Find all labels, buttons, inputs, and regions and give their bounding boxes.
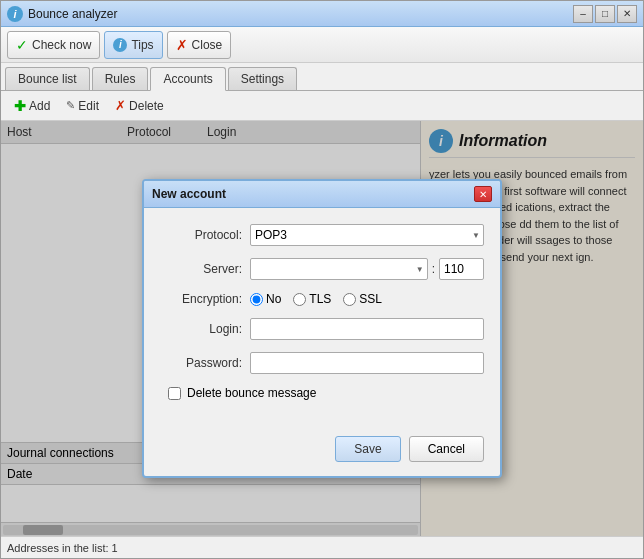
dialog-title: New account bbox=[152, 187, 226, 201]
add-label: Add bbox=[29, 99, 50, 113]
encryption-row: Encryption: No TLS bbox=[160, 292, 484, 306]
port-input[interactable] bbox=[439, 258, 484, 280]
sub-toolbar: ✚ Add ✎ Edit ✗ Delete bbox=[1, 91, 643, 121]
check-now-label: Check now bbox=[32, 38, 91, 52]
login-label: Login: bbox=[160, 322, 250, 336]
server-input-row: ▼ : bbox=[250, 258, 484, 280]
cancel-button[interactable]: Cancel bbox=[409, 436, 484, 462]
tips-button[interactable]: i Tips bbox=[104, 31, 162, 59]
edit-icon: ✎ bbox=[66, 99, 75, 112]
dialog-close-button[interactable]: ✕ bbox=[474, 186, 492, 202]
password-label: Password: bbox=[160, 356, 250, 370]
login-input[interactable] bbox=[250, 318, 484, 340]
dialog-overlay: New account ✕ Protocol: POP3 IMAP ▼ bbox=[1, 121, 643, 536]
delete-button[interactable]: ✗ Delete bbox=[108, 94, 171, 118]
password-row: Password: bbox=[160, 352, 484, 374]
check-icon: ✓ bbox=[16, 37, 28, 53]
add-button[interactable]: ✚ Add bbox=[7, 94, 57, 118]
title-bar-left: i Bounce analyzer bbox=[7, 6, 117, 22]
close-icon: ✗ bbox=[176, 37, 188, 53]
status-bar: Addresses in the list: 1 bbox=[1, 536, 643, 558]
port-separator: : bbox=[432, 262, 435, 276]
encryption-ssl-label: SSL bbox=[359, 292, 382, 306]
encryption-label: Encryption: bbox=[160, 292, 250, 306]
status-text: Addresses in the list: 1 bbox=[7, 542, 118, 554]
dialog-footer: Save Cancel bbox=[144, 428, 500, 476]
tab-accounts[interactable]: Accounts bbox=[150, 67, 225, 91]
protocol-row: Protocol: POP3 IMAP ▼ bbox=[160, 224, 484, 246]
new-account-dialog: New account ✕ Protocol: POP3 IMAP ▼ bbox=[142, 179, 502, 478]
main-window: i Bounce analyzer – □ ✕ ✓ Check now i Ti… bbox=[0, 0, 644, 559]
edit-button[interactable]: ✎ Edit bbox=[59, 94, 106, 118]
window-close-button[interactable]: ✕ bbox=[617, 5, 637, 23]
edit-label: Edit bbox=[78, 99, 99, 113]
login-row: Login: bbox=[160, 318, 484, 340]
delete-label: Delete bbox=[129, 99, 164, 113]
encryption-tls-label: TLS bbox=[309, 292, 331, 306]
dialog-body: Protocol: POP3 IMAP ▼ Server: bbox=[144, 208, 500, 428]
encryption-no-label: No bbox=[266, 292, 281, 306]
encryption-no-radio[interactable] bbox=[250, 293, 263, 306]
tab-settings[interactable]: Settings bbox=[228, 67, 297, 90]
dialog-title-bar: New account ✕ bbox=[144, 181, 500, 208]
tips-label: Tips bbox=[131, 38, 153, 52]
encryption-ssl-radio[interactable] bbox=[343, 293, 356, 306]
server-row: Server: ▼ : bbox=[160, 258, 484, 280]
delete-bounce-checkbox[interactable] bbox=[168, 387, 181, 400]
minimize-button[interactable]: – bbox=[573, 5, 593, 23]
encryption-ssl-option[interactable]: SSL bbox=[343, 292, 382, 306]
tab-rules[interactable]: Rules bbox=[92, 67, 149, 90]
window-title: Bounce analyzer bbox=[28, 7, 117, 21]
protocol-select-wrapper: POP3 IMAP ▼ bbox=[250, 224, 484, 246]
title-bar: i Bounce analyzer – □ ✕ bbox=[1, 1, 643, 27]
save-button[interactable]: Save bbox=[335, 436, 400, 462]
main-toolbar: ✓ Check now i Tips ✗ Close bbox=[1, 27, 643, 63]
server-input[interactable] bbox=[250, 258, 428, 280]
tab-bar: Bounce list Rules Accounts Settings bbox=[1, 63, 643, 91]
encryption-tls-option[interactable]: TLS bbox=[293, 292, 331, 306]
encryption-tls-radio[interactable] bbox=[293, 293, 306, 306]
encryption-no-option[interactable]: No bbox=[250, 292, 281, 306]
protocol-label: Protocol: bbox=[160, 228, 250, 242]
close-label: Close bbox=[192, 38, 223, 52]
protocol-select[interactable]: POP3 IMAP bbox=[250, 224, 484, 246]
password-input[interactable] bbox=[250, 352, 484, 374]
encryption-radio-group: No TLS SSL bbox=[250, 292, 484, 306]
add-icon: ✚ bbox=[14, 98, 26, 114]
close-button[interactable]: ✗ Close bbox=[167, 31, 232, 59]
tab-bounce-list[interactable]: Bounce list bbox=[5, 67, 90, 90]
restore-button[interactable]: □ bbox=[595, 5, 615, 23]
delete-bounce-label[interactable]: Delete bounce message bbox=[187, 386, 316, 400]
content-area: Host Protocol Login Journal connections … bbox=[1, 121, 643, 536]
delete-icon: ✗ bbox=[115, 98, 126, 113]
delete-bounce-row: Delete bounce message bbox=[160, 386, 484, 400]
tips-icon: i bbox=[113, 38, 127, 52]
server-label: Server: bbox=[160, 262, 250, 276]
server-input-wrap: ▼ bbox=[250, 258, 428, 280]
app-icon: i bbox=[7, 6, 23, 22]
title-bar-controls: – □ ✕ bbox=[573, 5, 637, 23]
check-now-button[interactable]: ✓ Check now bbox=[7, 31, 100, 59]
